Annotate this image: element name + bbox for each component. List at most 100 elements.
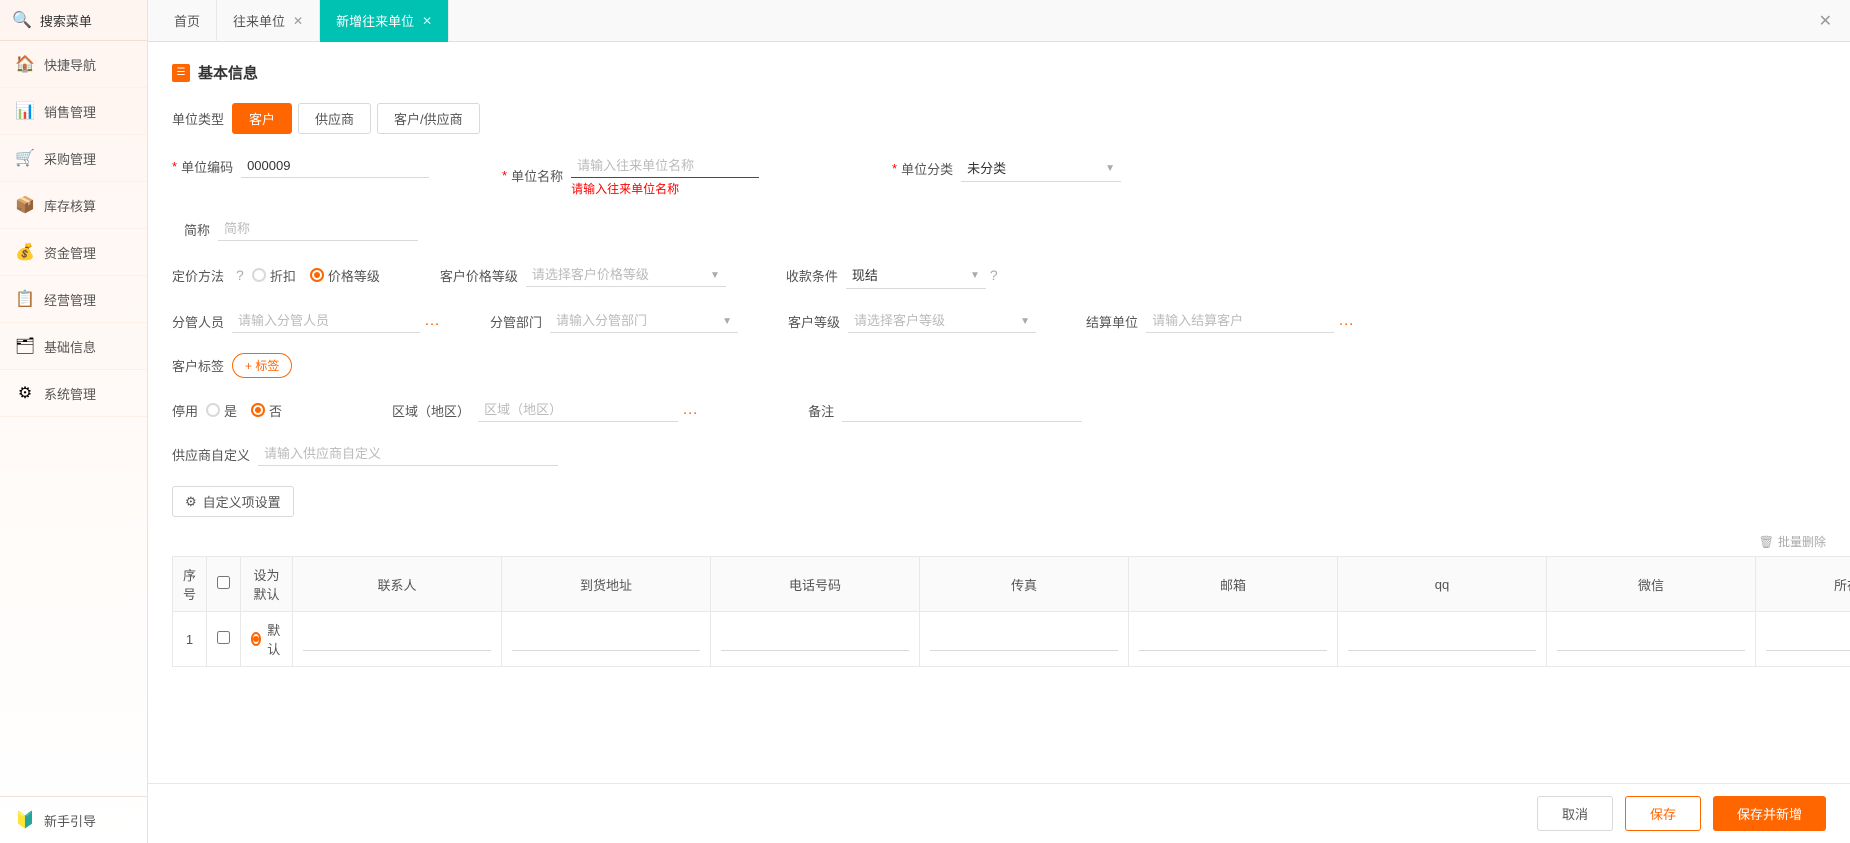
sidebar-item-label: 基础信息	[44, 337, 96, 356]
pricing-level-option[interactable]: 价格等级	[310, 266, 380, 285]
sidebar-item-label: 采购管理	[44, 149, 96, 168]
table-row: 1 默认	[173, 612, 1850, 667]
tab-new-partner-label: 新增往来单位	[336, 11, 414, 30]
payment-terms-value: 现结	[846, 261, 986, 289]
select-all-checkbox[interactable]	[217, 576, 230, 589]
disabled-no-option[interactable]: 否	[251, 401, 282, 420]
unit-type-group: 单位类型 客户 供应商 客户/供应商	[172, 103, 480, 134]
sidebar-item-inventory[interactable]: 📦 库存核算	[0, 182, 147, 229]
cell-address	[502, 612, 711, 667]
department-input[interactable]	[550, 309, 738, 333]
col-location: 所在地区	[1756, 557, 1850, 612]
batch-delete-icon: 🗑	[1759, 535, 1774, 549]
pricing-help-icon[interactable]: ?	[236, 267, 244, 283]
customer-price-level-wrap[interactable]: ▼	[526, 263, 726, 287]
unit-code-group: * 单位编码	[172, 154, 472, 178]
custom-settings-button[interactable]: ⚙ 自定义项设置	[172, 486, 294, 517]
tab-partners[interactable]: 往来单位 ✕	[217, 0, 320, 42]
region-input[interactable]	[478, 398, 678, 422]
manager-input[interactable]	[232, 309, 420, 333]
sidebar-item-operations[interactable]: 📋 经营管理	[0, 276, 147, 323]
unit-name-input[interactable]	[571, 154, 759, 178]
cell-checkbox	[207, 612, 241, 667]
disabled-no-label: 否	[269, 401, 282, 420]
sidebar-item-new-guide[interactable]: 🔰 新手引导	[0, 797, 147, 843]
main-area: 首页 往来单位 ✕ 新增往来单位 ✕ ✕ ☰ 基本信息 单位类型 客户 供应商 …	[148, 0, 1850, 843]
sidebar-item-basics[interactable]: 🗂 基础信息	[0, 323, 147, 370]
settlement-unit-input[interactable]	[1146, 309, 1334, 333]
form-content: ☰ 基本信息 单位类型 客户 供应商 客户/供应商 * 单位编码 *	[148, 42, 1850, 783]
sidebar-item-system[interactable]: ⚙ 系统管理	[0, 370, 147, 417]
unit-category-group: * 单位分类 未分类 ▼	[892, 154, 1121, 182]
unit-type-both[interactable]: 客户/供应商	[377, 103, 480, 134]
customer-level-group: 客户等级 ▼	[788, 309, 1036, 333]
section-header: ☰ 基本信息	[172, 62, 1826, 83]
tab-home[interactable]: 首页	[158, 0, 217, 42]
row-checkbox[interactable]	[217, 631, 230, 644]
unit-type-supplier[interactable]: 供应商	[298, 103, 371, 134]
save-new-button[interactable]: 保存并新增	[1713, 796, 1826, 831]
phone-input[interactable]	[721, 627, 909, 651]
batch-delete-button[interactable]: 🗑 批量删除	[1759, 533, 1826, 550]
save-button[interactable]: 保存	[1625, 796, 1701, 831]
sidebar-item-quick-nav[interactable]: 🏠 快捷导航	[0, 41, 147, 88]
region-more[interactable]: …	[682, 401, 698, 419]
sidebar-item-sales[interactable]: 📊 销售管理	[0, 88, 147, 135]
region-label: 区域（地区）	[392, 401, 470, 420]
tab-partners-close[interactable]: ✕	[293, 14, 303, 28]
unit-category-value: 未分类	[961, 154, 1121, 182]
code-name-category-row: * 单位编码 * 单位名称 请输入往来单位名称 * 单位分类 未分类 ▼	[172, 154, 1826, 197]
email-input[interactable]	[1139, 627, 1327, 651]
search-menu[interactable]: 🔍 搜索菜单	[0, 0, 147, 41]
remarks-input[interactable]	[842, 398, 1082, 422]
add-tag-button[interactable]: + 标签	[232, 353, 292, 378]
settlement-unit-more[interactable]: …	[1338, 312, 1354, 330]
department-wrap[interactable]: ▼	[550, 309, 738, 333]
form-footer: 取消 保存 保存并新增	[148, 783, 1850, 843]
fax-input[interactable]	[930, 627, 1118, 651]
disabled-yes-radio	[206, 403, 220, 417]
contact-input[interactable]	[303, 627, 491, 651]
tab-new-partner[interactable]: 新增往来单位 ✕	[320, 0, 449, 42]
disabled-radio-group: 是 否	[206, 401, 282, 420]
qq-input[interactable]	[1348, 627, 1536, 651]
sidebar-item-label: 经营管理	[44, 290, 96, 309]
unit-type-customer[interactable]: 客户	[232, 103, 292, 134]
col-wechat: 微信	[1547, 557, 1756, 612]
quick-nav-icon: 🏠	[14, 53, 36, 75]
custom-settings-wrapper: ⚙ 自定义项设置	[172, 486, 1826, 517]
customer-price-level-input[interactable]	[526, 263, 726, 287]
cell-wechat	[1547, 612, 1756, 667]
payment-terms-help-icon[interactable]: ?	[990, 267, 998, 283]
manager-more[interactable]: …	[424, 312, 440, 330]
customer-level-input[interactable]	[848, 309, 1036, 333]
cancel-button[interactable]: 取消	[1537, 796, 1613, 831]
disabled-region-row: 停用 是 否 区域（地区） … 备注	[172, 398, 1826, 422]
close-all-tabs[interactable]: ✕	[1811, 7, 1840, 35]
cell-location	[1756, 612, 1850, 667]
short-name-label: 简称	[184, 220, 210, 239]
tab-new-partner-close[interactable]: ✕	[422, 14, 432, 28]
sidebar-item-label: 销售管理	[44, 102, 96, 121]
sidebar-item-label: 快捷导航	[44, 55, 96, 74]
col-qq: qq	[1338, 557, 1547, 612]
supplier-custom-input[interactable]	[258, 442, 558, 466]
sales-icon: 📊	[14, 100, 36, 122]
pricing-discount-option[interactable]: 折扣	[252, 266, 296, 285]
customer-level-wrap[interactable]: ▼	[848, 309, 1036, 333]
location-input[interactable]	[1766, 627, 1850, 651]
default-radio-item[interactable]: 默认	[251, 620, 282, 658]
unit-type-label: 单位类型	[172, 109, 224, 128]
col-checkbox	[207, 557, 241, 612]
unit-code-input[interactable]	[241, 154, 429, 178]
sidebar-item-purchase[interactable]: 🛒 采购管理	[0, 135, 147, 182]
wechat-input[interactable]	[1557, 627, 1745, 651]
address-input[interactable]	[512, 627, 700, 651]
sidebar-item-finance[interactable]: 💰 资金管理	[0, 229, 147, 276]
short-name-input[interactable]	[218, 217, 418, 241]
unit-name-label: 单位名称	[511, 166, 563, 185]
cell-index: 1	[173, 612, 207, 667]
unit-name-error: 请输入往来单位名称	[571, 180, 759, 197]
col-email: 邮箱	[1129, 557, 1338, 612]
disabled-yes-option[interactable]: 是	[206, 401, 237, 420]
